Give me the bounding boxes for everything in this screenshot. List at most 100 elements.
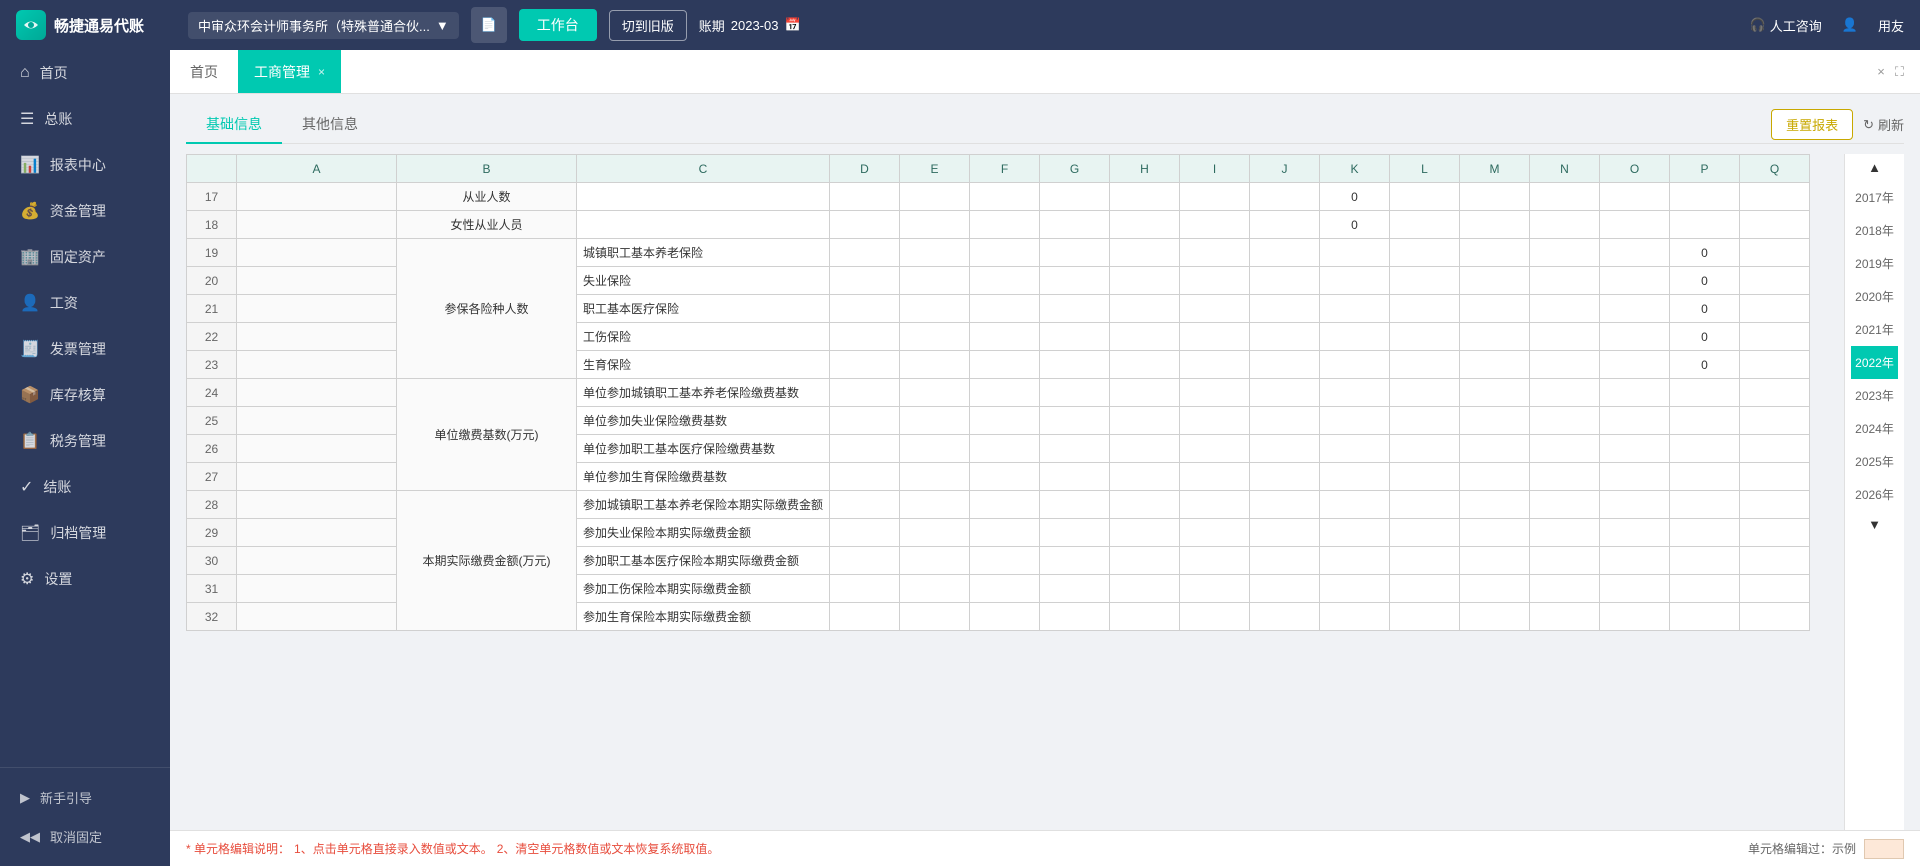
year-item-2026[interactable]: 2026年 [1851, 478, 1898, 511]
cell-g[interactable] [1040, 547, 1110, 575]
cell-i[interactable] [1180, 267, 1250, 295]
cell-a[interactable] [237, 435, 397, 463]
cell-n[interactable] [1530, 183, 1600, 211]
sidebar-item-settings[interactable]: ⚙ 设置 [0, 556, 170, 602]
sidebar-item-archive[interactable]: 🗂 归档管理 [0, 510, 170, 556]
cell-l[interactable] [1390, 379, 1460, 407]
cell-g[interactable] [1040, 323, 1110, 351]
cell-p[interactable] [1670, 183, 1740, 211]
cell-g[interactable] [1040, 379, 1110, 407]
cell-k[interactable] [1320, 267, 1390, 295]
cell-n[interactable] [1530, 211, 1600, 239]
cell-d[interactable] [830, 603, 900, 631]
sidebar-item-ledger[interactable]: ☰ 总账 [0, 96, 170, 142]
cell-i[interactable] [1180, 463, 1250, 491]
cell-m[interactable] [1460, 351, 1530, 379]
cell-q[interactable] [1740, 295, 1810, 323]
cell-o[interactable] [1600, 603, 1670, 631]
cell-h[interactable] [1110, 547, 1180, 575]
cell-q[interactable] [1740, 267, 1810, 295]
cell-c[interactable]: 参加职工基本医疗保险本期实际缴费金额 [577, 547, 830, 575]
cell-d[interactable] [830, 491, 900, 519]
cell-l[interactable] [1390, 183, 1460, 211]
cell-n[interactable] [1530, 575, 1600, 603]
year-item-2019[interactable]: 2019年 [1851, 247, 1898, 280]
cell-p[interactable] [1670, 407, 1740, 435]
cell-m[interactable] [1460, 575, 1530, 603]
cell-n[interactable] [1530, 491, 1600, 519]
cell-d[interactable] [830, 323, 900, 351]
cell-o[interactable] [1600, 407, 1670, 435]
year-nav-up[interactable]: ▲ [1845, 154, 1904, 181]
cell-h[interactable] [1110, 491, 1180, 519]
cell-p[interactable] [1670, 519, 1740, 547]
cell-j[interactable] [1250, 603, 1320, 631]
year-item-2025[interactable]: 2025年 [1851, 445, 1898, 478]
cell-f[interactable] [970, 211, 1040, 239]
year-item-2017[interactable]: 2017年 [1851, 181, 1898, 214]
cell-i[interactable] [1180, 323, 1250, 351]
cell-p[interactable]: 0 [1670, 267, 1740, 295]
cell-g[interactable] [1040, 295, 1110, 323]
cell-j[interactable] [1250, 575, 1320, 603]
cell-l[interactable] [1390, 295, 1460, 323]
cell-k[interactable]: 0 [1320, 183, 1390, 211]
cell-m[interactable] [1460, 463, 1530, 491]
cell-l[interactable] [1390, 491, 1460, 519]
cell-e[interactable] [900, 239, 970, 267]
cell-i[interactable] [1180, 407, 1250, 435]
cell-q[interactable] [1740, 491, 1810, 519]
cell-p[interactable] [1670, 575, 1740, 603]
cell-f[interactable] [970, 267, 1040, 295]
cell-h[interactable] [1110, 379, 1180, 407]
cell-e[interactable] [900, 435, 970, 463]
cell-g[interactable] [1040, 435, 1110, 463]
cell-a[interactable] [237, 183, 397, 211]
cell-h[interactable] [1110, 295, 1180, 323]
year-item-2022[interactable]: 2022年 [1851, 346, 1898, 379]
cell-d[interactable] [830, 519, 900, 547]
cell-p[interactable] [1670, 463, 1740, 491]
cell-k[interactable] [1320, 295, 1390, 323]
cell-o[interactable] [1600, 435, 1670, 463]
old-version-button[interactable]: 切到旧版 [609, 10, 687, 41]
cell-n[interactable] [1530, 435, 1600, 463]
cell-d[interactable] [830, 239, 900, 267]
cell-q[interactable] [1740, 407, 1810, 435]
cell-h[interactable] [1110, 239, 1180, 267]
cell-h[interactable] [1110, 519, 1180, 547]
cell-j[interactable] [1250, 463, 1320, 491]
sidebar-item-unpin[interactable]: ◀◀ 取消固定 [0, 817, 170, 856]
cell-m[interactable] [1460, 519, 1530, 547]
reset-report-button[interactable]: 重置报表 [1771, 109, 1853, 140]
cell-l[interactable] [1390, 239, 1460, 267]
cell-o[interactable] [1600, 519, 1670, 547]
cell-i[interactable] [1180, 295, 1250, 323]
cell-k[interactable] [1320, 379, 1390, 407]
cell-f[interactable] [970, 351, 1040, 379]
cell-j[interactable] [1250, 267, 1320, 295]
cell-o[interactable] [1600, 239, 1670, 267]
cell-j[interactable] [1250, 519, 1320, 547]
cell-c[interactable]: 参加工伤保险本期实际缴费金额 [577, 575, 830, 603]
cell-c[interactable]: 参加生育保险本期实际缴费金额 [577, 603, 830, 631]
cell-e[interactable] [900, 491, 970, 519]
cell-d[interactable] [830, 295, 900, 323]
cell-p[interactable] [1670, 435, 1740, 463]
cell-i[interactable] [1180, 435, 1250, 463]
cell-g[interactable] [1040, 351, 1110, 379]
cell-h[interactable] [1110, 435, 1180, 463]
cell-j[interactable] [1250, 323, 1320, 351]
cell-m[interactable] [1460, 211, 1530, 239]
cell-q[interactable] [1740, 323, 1810, 351]
cell-g[interactable] [1040, 239, 1110, 267]
cell-f[interactable] [970, 491, 1040, 519]
cell-m[interactable] [1460, 379, 1530, 407]
sidebar-item-payroll[interactable]: 👤 工资 [0, 280, 170, 326]
cell-n[interactable] [1530, 407, 1600, 435]
cell-c[interactable]: 单位参加职工基本医疗保险缴费基数 [577, 435, 830, 463]
cell-d[interactable] [830, 407, 900, 435]
cell-g[interactable] [1040, 463, 1110, 491]
cell-h[interactable] [1110, 211, 1180, 239]
cell-p[interactable]: 0 [1670, 323, 1740, 351]
